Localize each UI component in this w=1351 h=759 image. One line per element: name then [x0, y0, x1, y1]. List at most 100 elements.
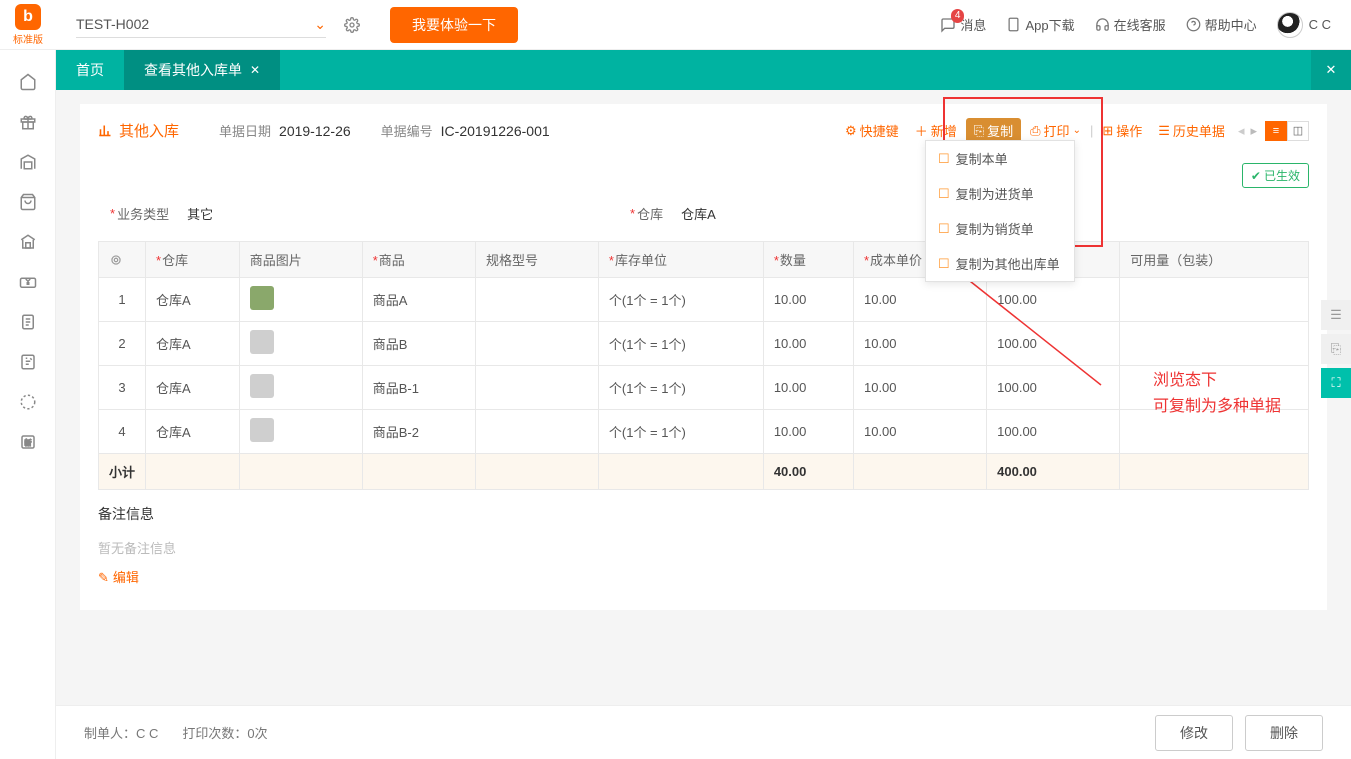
status-badge: ✔已生效: [1242, 163, 1309, 188]
cell-unit: 个(1个 = 1个): [598, 366, 763, 410]
cell-warehouse: 仓库A: [146, 366, 240, 410]
edit-icon: ✎: [98, 570, 109, 585]
trial-button[interactable]: 我要体验一下: [390, 7, 518, 43]
row-index: 4: [99, 410, 146, 454]
chart-icon: [98, 123, 113, 138]
sidebar-home-icon[interactable]: [0, 62, 56, 102]
cell-qty: 10.00: [763, 278, 853, 322]
sidebar-finance-icon[interactable]: [0, 262, 56, 302]
tool-note-icon[interactable]: ☰: [1321, 300, 1351, 330]
delete-button[interactable]: 删除: [1245, 715, 1323, 751]
biz-type-label: 业务类型: [117, 204, 169, 223]
chevron-down-icon: ⌄: [1073, 125, 1081, 136]
messages-link[interactable]: 4 消息: [940, 15, 986, 34]
product-thumb-icon: [250, 418, 274, 442]
modify-button[interactable]: 修改: [1155, 715, 1233, 751]
cell-image: [239, 322, 362, 366]
sidebar-new-icon[interactable]: 新: [0, 422, 56, 462]
history-action[interactable]: ☰历史单据: [1151, 118, 1232, 143]
tab-home[interactable]: 首页: [56, 50, 124, 90]
svg-text:新: 新: [24, 438, 31, 447]
table-row[interactable]: 2仓库A商品B个(1个 = 1个)10.0010.00100.00: [99, 322, 1309, 366]
cell-cost-amount: 100.00: [987, 278, 1120, 322]
tab-current[interactable]: 查看其他入库单 ✕: [124, 50, 280, 90]
footer-bar: 制单人：C C 打印次数：0次 修改 删除: [56, 705, 1351, 759]
doc-type-tab[interactable]: 其他入库: [98, 120, 179, 141]
shortcut-action[interactable]: ⚙快捷键: [838, 118, 906, 143]
grid-icon: ⊞: [1102, 123, 1113, 139]
prev-icon[interactable]: ◂: [1238, 123, 1245, 139]
cell-unit: 个(1个 = 1个): [598, 410, 763, 454]
table-row[interactable]: 4仓库A商品B-2个(1个 = 1个)10.0010.00100.00: [99, 410, 1309, 454]
sidebar-gift-icon[interactable]: [0, 102, 56, 142]
sidebar-inventory-icon[interactable]: [0, 222, 56, 262]
table-row[interactable]: 3仓库A商品B-1个(1个 = 1个)10.0010.00100.00: [99, 366, 1309, 410]
logo-icon: b: [15, 4, 41, 30]
cell-spec: [475, 410, 598, 454]
close-all-tabs[interactable]: ✕: [1311, 50, 1351, 90]
tool-expand-icon[interactable]: ⛶: [1321, 368, 1351, 398]
sidebar-refresh-icon[interactable]: [0, 382, 56, 422]
sidebar-clipboard-icon[interactable]: [0, 302, 56, 342]
table-row[interactable]: 1仓库A商品A个(1个 = 1个)10.0010.00100.00: [99, 278, 1309, 322]
cell-spec: [475, 278, 598, 322]
copy-menu-item-1[interactable]: ☐复制为进货单: [926, 176, 1074, 211]
cell-qty: 10.00: [763, 322, 853, 366]
cell-cost-price: 10.00: [853, 322, 986, 366]
tab-current-label: 查看其他入库单: [144, 60, 242, 80]
help-center-link[interactable]: 帮助中心: [1186, 15, 1257, 34]
app-logo[interactable]: b 标准版: [0, 4, 56, 46]
cell-product: 商品B-2: [362, 410, 475, 454]
app-download-label: App下载: [1025, 15, 1074, 34]
subtotal-qty: 40.00: [763, 454, 853, 490]
app-download-link[interactable]: App下载: [1006, 15, 1074, 34]
operate-action[interactable]: ⊞操作: [1095, 118, 1149, 143]
serial-value: IC-20191226-001: [441, 123, 550, 139]
remarks-empty: 暂无备注信息: [98, 538, 1309, 557]
edit-remarks-link[interactable]: ✎编辑: [98, 570, 139, 585]
table-settings-header[interactable]: [99, 242, 146, 278]
tool-link-icon[interactable]: ⎘: [1321, 334, 1351, 364]
plus-icon: ＋: [915, 121, 928, 140]
next-icon[interactable]: ▸: [1250, 123, 1257, 139]
grid-view-toggle[interactable]: ◫: [1287, 121, 1309, 141]
cell-cost-price: 10.00: [853, 278, 986, 322]
annotation-text: 浏览态下 可复制为多种单据: [1153, 368, 1281, 419]
online-service-label: 在线客服: [1114, 15, 1166, 34]
copy-dropdown: ☐复制本单 ☐复制为进货单 ☐复制为销货单 ☐复制为其他出库单: [925, 140, 1075, 282]
org-settings-icon[interactable]: [344, 17, 360, 33]
org-selector[interactable]: TEST-H002 ⌄: [76, 12, 326, 38]
sidebar-warehouse-icon[interactable]: [0, 142, 56, 182]
cell-available: [1120, 322, 1309, 366]
cell-warehouse: 仓库A: [146, 322, 240, 366]
row-index: 2: [99, 322, 146, 366]
help-icon: [1186, 17, 1201, 32]
print-count-info: 打印次数：0次: [182, 723, 267, 742]
cell-qty: 10.00: [763, 410, 853, 454]
sidebar-report-icon[interactable]: [0, 342, 56, 382]
cell-unit: 个(1个 = 1个): [598, 322, 763, 366]
subtotal-amount: 400.00: [987, 454, 1120, 490]
check-icon: ✔: [1251, 169, 1261, 183]
cell-unit: 个(1个 = 1个): [598, 278, 763, 322]
online-service-link[interactable]: 在线客服: [1095, 15, 1166, 34]
sidebar-nav: 新: [0, 50, 56, 759]
user-menu[interactable]: C C: [1277, 12, 1331, 38]
cell-image: [239, 366, 362, 410]
copy-menu-item-2[interactable]: ☐复制为销货单: [926, 211, 1074, 246]
items-table: *仓库 商品图片 *商品 规格型号 *库存单位 *数量 *成本单价 *成本金额 …: [98, 241, 1309, 490]
doc-icon: ☐: [938, 256, 950, 272]
copy-menu-item-0[interactable]: ☐复制本单: [926, 141, 1074, 176]
cell-cost-price: 10.00: [853, 410, 986, 454]
list-view-toggle[interactable]: ≡: [1265, 121, 1287, 141]
close-icon[interactable]: ✕: [250, 63, 260, 77]
subtotal-label: 小计: [99, 454, 146, 490]
cell-warehouse: 仓库A: [146, 278, 240, 322]
org-name: TEST-H002: [76, 16, 314, 32]
row-index: 1: [99, 278, 146, 322]
copy-menu-item-3[interactable]: ☐复制为其他出库单: [926, 246, 1074, 281]
cell-qty: 10.00: [763, 366, 853, 410]
cell-spec: [475, 322, 598, 366]
sidebar-bag-icon[interactable]: [0, 182, 56, 222]
user-name: C C: [1309, 17, 1331, 32]
